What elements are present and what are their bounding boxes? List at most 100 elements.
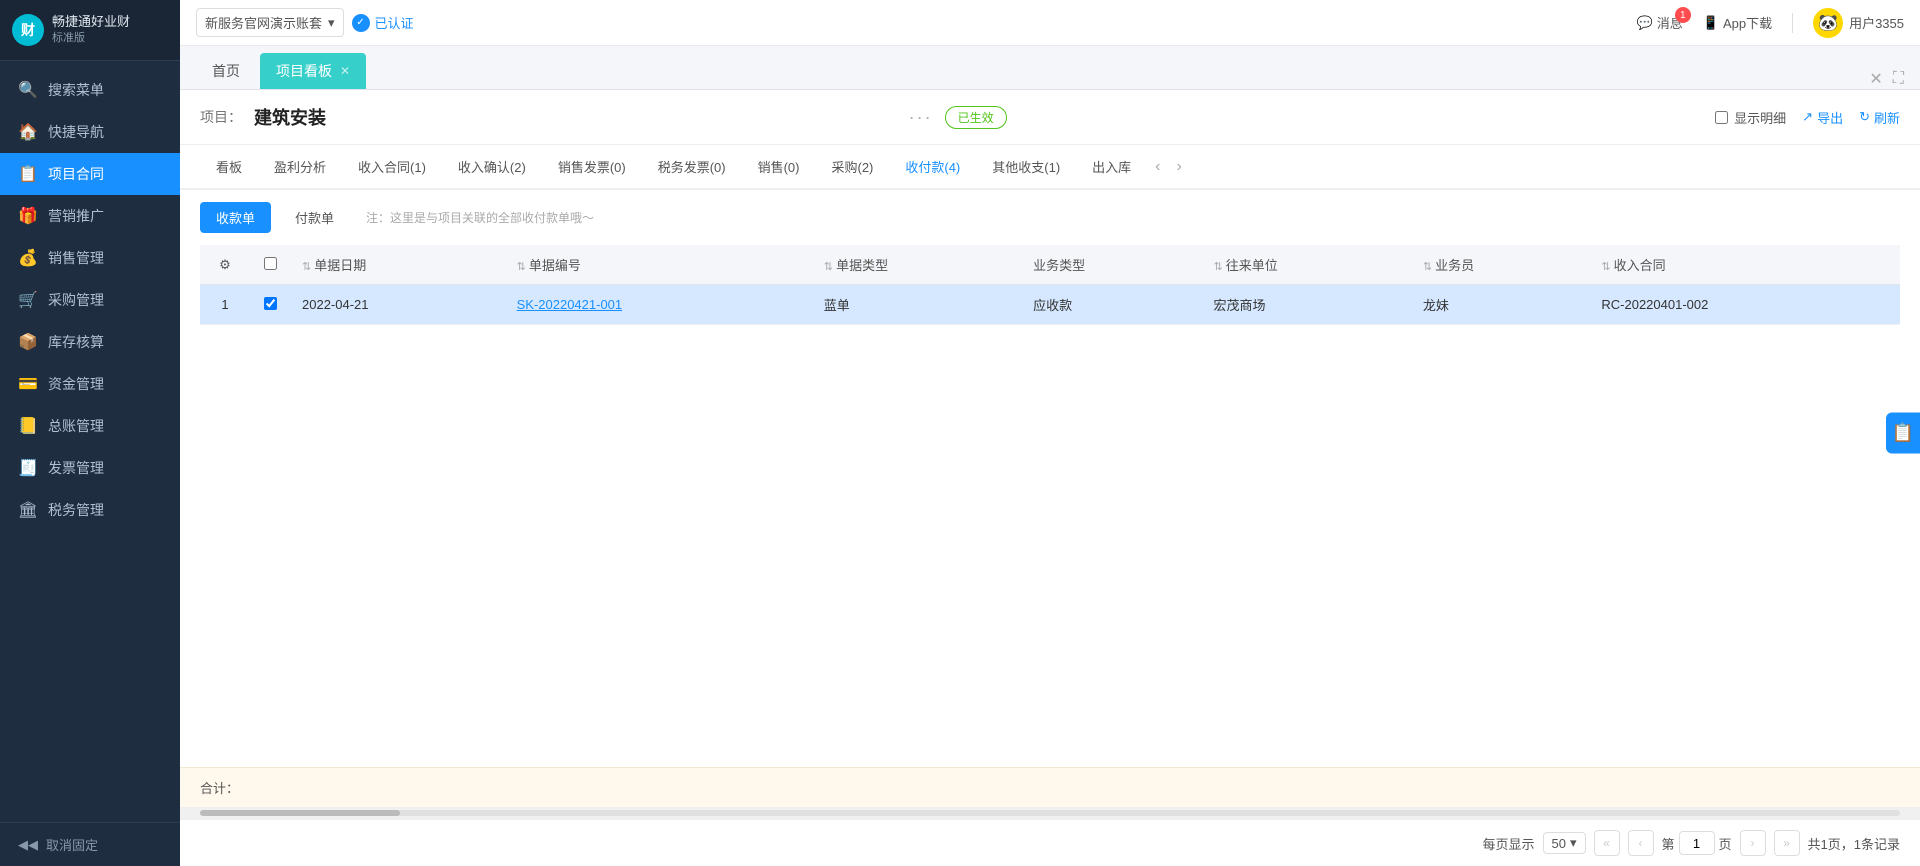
sidebar-item-label-ledger: 总账管理	[48, 416, 104, 436]
topbar-right: 💬 消息 1 📱 App下载 🐼 用户3355	[1637, 8, 1904, 38]
demo-account[interactable]: 新服务官网演示账套 ▾	[196, 8, 344, 37]
col-settings[interactable]: ⚙	[200, 245, 250, 285]
horizontal-scrollbar[interactable]	[180, 807, 1920, 819]
page-number-input[interactable]	[1679, 831, 1715, 855]
sub-tab-kanban[interactable]: 看板	[200, 145, 258, 190]
pagination: 每页显示 50 ▾ « ‹ 第 页 › » 共1页，1条记录	[180, 819, 1920, 866]
maximize-window-button[interactable]: ⛶	[1893, 70, 1904, 88]
sidebar-item-label-marketing: 营销推广	[48, 206, 104, 226]
col-type[interactable]: 单据类型	[812, 245, 1021, 285]
sub-tab-income-contract[interactable]: 收入合同(1)	[342, 145, 442, 190]
sidebar-item-label-invoice: 发票管理	[48, 458, 104, 478]
select-all-checkbox[interactable]	[264, 257, 277, 270]
page-size-label: 每页显示	[1482, 834, 1534, 853]
topbar: 新服务官网演示账套 ▾ ✓ 已认证 💬 消息 1 📱 App下载 🐼 用户335…	[180, 0, 1920, 46]
col-code[interactable]: 单据编号	[505, 245, 812, 285]
message-button[interactable]: 💬 消息 1	[1637, 13, 1683, 32]
status-badge: 已生效	[945, 106, 1007, 129]
sub-tab-income-confirm[interactable]: 收入确认(2)	[442, 145, 542, 190]
app-logo: 财	[12, 14, 44, 46]
inner-tab-receipt-bill[interactable]: 收款单	[200, 202, 271, 233]
floating-icon: 📋	[1892, 423, 1914, 444]
total-label: 合计：	[200, 781, 239, 796]
scrollbar-track[interactable]	[200, 810, 1900, 816]
tab-project-board[interactable]: 项目看板 ✕	[260, 53, 366, 89]
user-avatar: 🐼	[1813, 8, 1843, 38]
sidebar-item-label-finance: 资金管理	[48, 374, 104, 394]
page-title: 建筑安装	[254, 104, 326, 130]
dropdown-icon: ▾	[328, 15, 335, 31]
sidebar-item-search[interactable]: 🔍 搜索菜单	[0, 69, 180, 111]
sidebar-item-inventory[interactable]: 📦 库存核算	[0, 321, 180, 363]
sub-tab-in-out[interactable]: 出入库	[1076, 145, 1147, 190]
row-checkbox[interactable]	[264, 297, 277, 310]
user-menu[interactable]: 🐼 用户3355	[1813, 8, 1904, 38]
sub-tab-tax-invoice[interactable]: 税务发票(0)	[642, 145, 742, 190]
tab-close-project-board[interactable]: ✕	[340, 64, 350, 78]
tab-label-project-board: 项目看板	[276, 61, 332, 81]
sidebar-item-marketing[interactable]: 🎁 营销推广	[0, 195, 180, 237]
sidebar-item-label-sales: 销售管理	[48, 248, 104, 268]
floating-action-panel[interactable]: 📋	[1886, 413, 1920, 454]
tab-home[interactable]: 首页	[196, 53, 256, 89]
sub-tab-other-expense[interactable]: 其他收支(1)	[976, 145, 1076, 190]
sub-tab-profit[interactable]: 盈利分析	[258, 145, 342, 190]
cell-date: 2022-04-21	[290, 285, 505, 325]
sub-tab-receipt[interactable]: 收付款(4)	[889, 145, 976, 190]
finance-icon: 💳	[18, 374, 38, 394]
sidebar-item-finance[interactable]: 💳 资金管理	[0, 363, 180, 405]
sidebar-item-tax[interactable]: 🏛 税务管理	[0, 489, 180, 531]
export-button[interactable]: ↗ 导出	[1802, 108, 1843, 127]
sub-tab-sales-invoice[interactable]: 销售发票(0)	[542, 145, 642, 190]
invoice-icon: 🧾	[18, 458, 38, 478]
show-detail-input[interactable]	[1715, 111, 1728, 124]
col-salesman[interactable]: 业务员	[1411, 245, 1590, 285]
refresh-button[interactable]: ↻ 刷新	[1859, 108, 1900, 127]
inner-tab-hint: 注：这里是与项目关联的全部收付款单哦～	[366, 209, 594, 226]
more-options-button[interactable]: ···	[909, 107, 933, 128]
code-link[interactable]: SK-20220421-001	[517, 297, 623, 312]
first-page-button[interactable]: «	[1594, 830, 1620, 856]
table-header: ⚙ 单据日期 单据编号 单据类型 业务类型 往来单位 业务员 收入合同	[200, 245, 1900, 285]
inner-tabs: 收款单付款单注：这里是与项目关联的全部收付款单哦～	[180, 190, 1920, 233]
sub-tab-purchase[interactable]: 采购(2)	[815, 145, 889, 190]
sub-tab-next[interactable]: ›	[1169, 148, 1190, 186]
col-partner[interactable]: 往来单位	[1201, 245, 1410, 285]
sidebar-item-purchase[interactable]: 🛒 采购管理	[0, 279, 180, 321]
unpin-button[interactable]: ◀◀ 取消固定	[0, 822, 180, 866]
app-download-button[interactable]: 📱 App下载	[1703, 13, 1772, 32]
sidebar-item-contract[interactable]: 📋 项目合同	[0, 153, 180, 195]
page-size-value: 50	[1552, 836, 1566, 851]
col-date[interactable]: 单据日期	[290, 245, 505, 285]
page-actions: 显示明细 ↗ 导出 ↻ 刷新	[1715, 108, 1900, 127]
sub-tab-prev[interactable]: ‹	[1147, 148, 1168, 186]
message-badge: 1	[1675, 7, 1691, 23]
unpin-label: 取消固定	[46, 835, 98, 854]
sub-tab-sales[interactable]: 销售(0)	[742, 145, 816, 190]
contract-icon: 📋	[18, 164, 38, 184]
unpin-icon: ◀◀	[18, 837, 38, 853]
refresh-icon: ↻	[1859, 109, 1870, 125]
last-page-button[interactable]: »	[1774, 830, 1800, 856]
sidebar-item-sales[interactable]: 💰 销售管理	[0, 237, 180, 279]
scrollbar-thumb[interactable]	[200, 810, 400, 816]
inner-tab-payment-bill[interactable]: 付款单	[279, 202, 350, 233]
show-detail-checkbox[interactable]: 显示明细	[1715, 108, 1786, 127]
cell-code[interactable]: SK-20220421-001	[505, 285, 812, 325]
inventory-icon: 📦	[18, 332, 38, 352]
sidebar-item-ledger[interactable]: 📒 总账管理	[0, 405, 180, 447]
show-detail-label: 显示明细	[1734, 108, 1786, 127]
page-size-select[interactable]: 50 ▾	[1543, 832, 1586, 854]
sidebar-item-shortcut[interactable]: 🏠 快捷导航	[0, 111, 180, 153]
col-income-contract[interactable]: 收入合同	[1589, 245, 1900, 285]
prev-page-button[interactable]: ‹	[1628, 830, 1654, 856]
table-row[interactable]: 1 2022-04-21 SK-20220421-001 蓝单 应收款 宏茂商场…	[200, 285, 1900, 325]
refresh-label: 刷新	[1874, 108, 1900, 127]
next-page-button[interactable]: ›	[1740, 830, 1766, 856]
cell-income-contract: RC-20220401-002	[1589, 285, 1900, 325]
app-download-label: App下载	[1723, 13, 1772, 32]
table-footer: 合计：	[180, 767, 1920, 807]
cell-check[interactable]	[250, 285, 290, 325]
close-window-button[interactable]: ✕	[1869, 69, 1882, 89]
sidebar-item-invoice[interactable]: 🧾 发票管理	[0, 447, 180, 489]
